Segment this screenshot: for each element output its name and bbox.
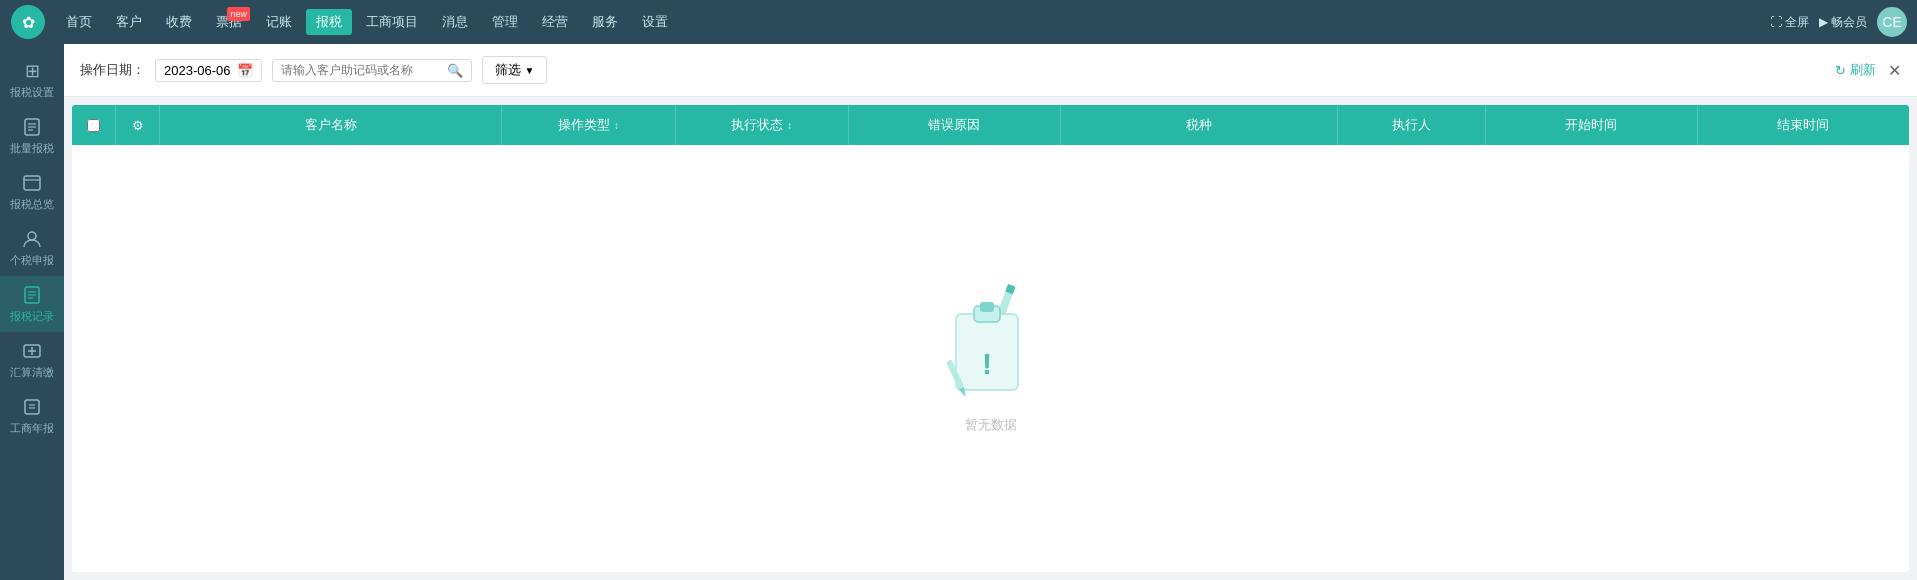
table-container: ⚙ 客户名称 操作类型 ↕ 执行状态 ↕ 错误原因 税种 [72,105,1909,572]
empty-state: ! 暂无数据 [936,284,1046,434]
annual-report-icon [21,396,43,418]
search-icon: 🔍 [447,63,463,78]
member-label: 畅会员 [1831,14,1867,31]
close-button[interactable]: ✕ [1888,61,1901,80]
th-end-time: 结束时间 [1698,105,1909,145]
svg-rect-6 [24,176,40,190]
select-all-checkbox[interactable] [87,119,100,132]
toolbar-right: ↻ 刷新 ✕ [1835,61,1901,80]
th-exec-status: 执行状态 ↕ [676,105,849,145]
avatar[interactable]: CE [1877,7,1907,37]
sidebar-item-batch-tax[interactable]: 批量报税 [0,108,64,164]
date-input[interactable]: 2023-06-06 📅 [155,59,262,82]
sidebar-item-annual-report[interactable]: 工商年报 [0,388,64,444]
sidebar-label-settlement: 汇算清缴 [10,365,54,380]
nav-business-project[interactable]: 工商项目 [356,9,428,35]
svg-text:✿: ✿ [22,14,35,31]
svg-text:!: ! [982,347,992,380]
search-input[interactable] [281,63,441,77]
sidebar-label-tax-overview: 报税总览 [10,197,54,212]
sidebar-label-tax-settings: 报税设置 [10,85,54,100]
toolbar: 操作日期： 2023-06-06 📅 🔍 筛选 ▼ ↻ 刷新 ✕ [64,44,1917,97]
nav-ticket[interactable]: 票据 new [206,9,252,35]
exec-status-sort-icon[interactable]: ↕ [787,120,792,131]
sidebar-label-personal-tax: 个税申报 [10,253,54,268]
tax-record-icon [21,284,43,306]
sidebar-item-personal-tax[interactable]: 个税申报 [0,220,64,276]
refresh-button[interactable]: ↻ 刷新 [1835,61,1876,79]
nav-accounting[interactable]: 记账 [256,9,302,35]
sidebar-item-tax-settings[interactable]: ⊞ 报税设置 [0,52,64,108]
tax-overview-icon [21,172,43,194]
main-layout: ⊞ 报税设置 批量报税 报税总览 个税申报 报税记录 [0,44,1917,580]
svg-rect-24 [980,302,994,312]
sidebar-item-tax-record[interactable]: 报税记录 [0,276,64,332]
nav-customer[interactable]: 客户 [106,9,152,35]
op-type-sort-icon[interactable]: ↕ [614,120,619,131]
date-value: 2023-06-06 [164,63,231,78]
content-area: 操作日期： 2023-06-06 📅 🔍 筛选 ▼ ↻ 刷新 ✕ [64,44,1917,580]
nav-operation[interactable]: 经营 [532,9,578,35]
nav-items: 首页 客户 收费 票据 new 记账 报税 工商项目 消息 管理 经营 服务 设… [56,9,1770,35]
sidebar-item-tax-overview[interactable]: 报税总览 [0,164,64,220]
filter-button[interactable]: 筛选 ▼ [482,56,548,84]
refresh-label: 刷新 [1850,61,1876,79]
tax-settings-icon: ⊞ [21,60,43,82]
batch-tax-icon [21,116,43,138]
new-badge: new [227,7,250,21]
sidebar-item-settlement[interactable]: 汇算清缴 [0,332,64,388]
fullscreen-label: 全屏 [1785,14,1809,31]
settlement-icon [21,340,43,362]
nav-message[interactable]: 消息 [432,9,478,35]
th-executor: 执行人 [1338,105,1485,145]
th-error-reason: 错误原因 [849,105,1061,145]
calendar-icon: 📅 [237,63,253,78]
fullscreen-icon: ⛶ [1770,15,1782,29]
settings-icon: ⚙ [132,118,144,133]
nav-home[interactable]: 首页 [56,9,102,35]
sidebar-label-tax-record: 报税记录 [10,309,54,324]
chevron-down-icon: ▼ [525,65,535,76]
empty-text: 暂无数据 [965,416,1017,434]
top-navigation: ✿ 首页 客户 收费 票据 new 记账 报税 工商项目 消息 管理 经营 服务… [0,0,1917,44]
member-button[interactable]: ▶ 畅会员 [1819,14,1867,31]
search-wrap[interactable]: 🔍 [272,59,472,82]
right-actions: ⛶ 全屏 ▶ 畅会员 CE [1770,7,1907,37]
refresh-icon: ↻ [1835,63,1846,78]
logo[interactable]: ✿ [10,4,46,40]
table-body: ! 暂无数据 [72,145,1909,572]
video-icon: ▶ [1819,15,1828,29]
nav-manage[interactable]: 管理 [482,9,528,35]
personal-tax-icon [21,228,43,250]
sidebar: ⊞ 报税设置 批量报税 报税总览 个税申报 报税记录 [0,44,64,580]
svg-rect-16 [25,400,39,414]
th-customer: 客户名称 [160,105,502,145]
filter-label: 筛选 [495,61,521,79]
date-label: 操作日期： [80,61,145,79]
th-settings[interactable]: ⚙ [116,105,160,145]
sidebar-label-annual-report: 工商年报 [10,421,54,436]
th-start-time: 开始时间 [1486,105,1698,145]
nav-settings[interactable]: 设置 [632,9,678,35]
nav-tax[interactable]: 报税 [306,9,352,35]
th-op-type: 操作类型 ↕ [502,105,675,145]
nav-fee[interactable]: 收费 [156,9,202,35]
fullscreen-button[interactable]: ⛶ 全屏 [1770,14,1809,31]
th-tax-type: 税种 [1061,105,1338,145]
th-checkbox[interactable] [72,105,116,145]
sidebar-label-batch-tax: 批量报税 [10,141,54,156]
nav-service[interactable]: 服务 [582,9,628,35]
table-header: ⚙ 客户名称 操作类型 ↕ 执行状态 ↕ 错误原因 税种 [72,105,1909,145]
svg-point-8 [28,232,36,240]
empty-illustration: ! [936,284,1046,404]
